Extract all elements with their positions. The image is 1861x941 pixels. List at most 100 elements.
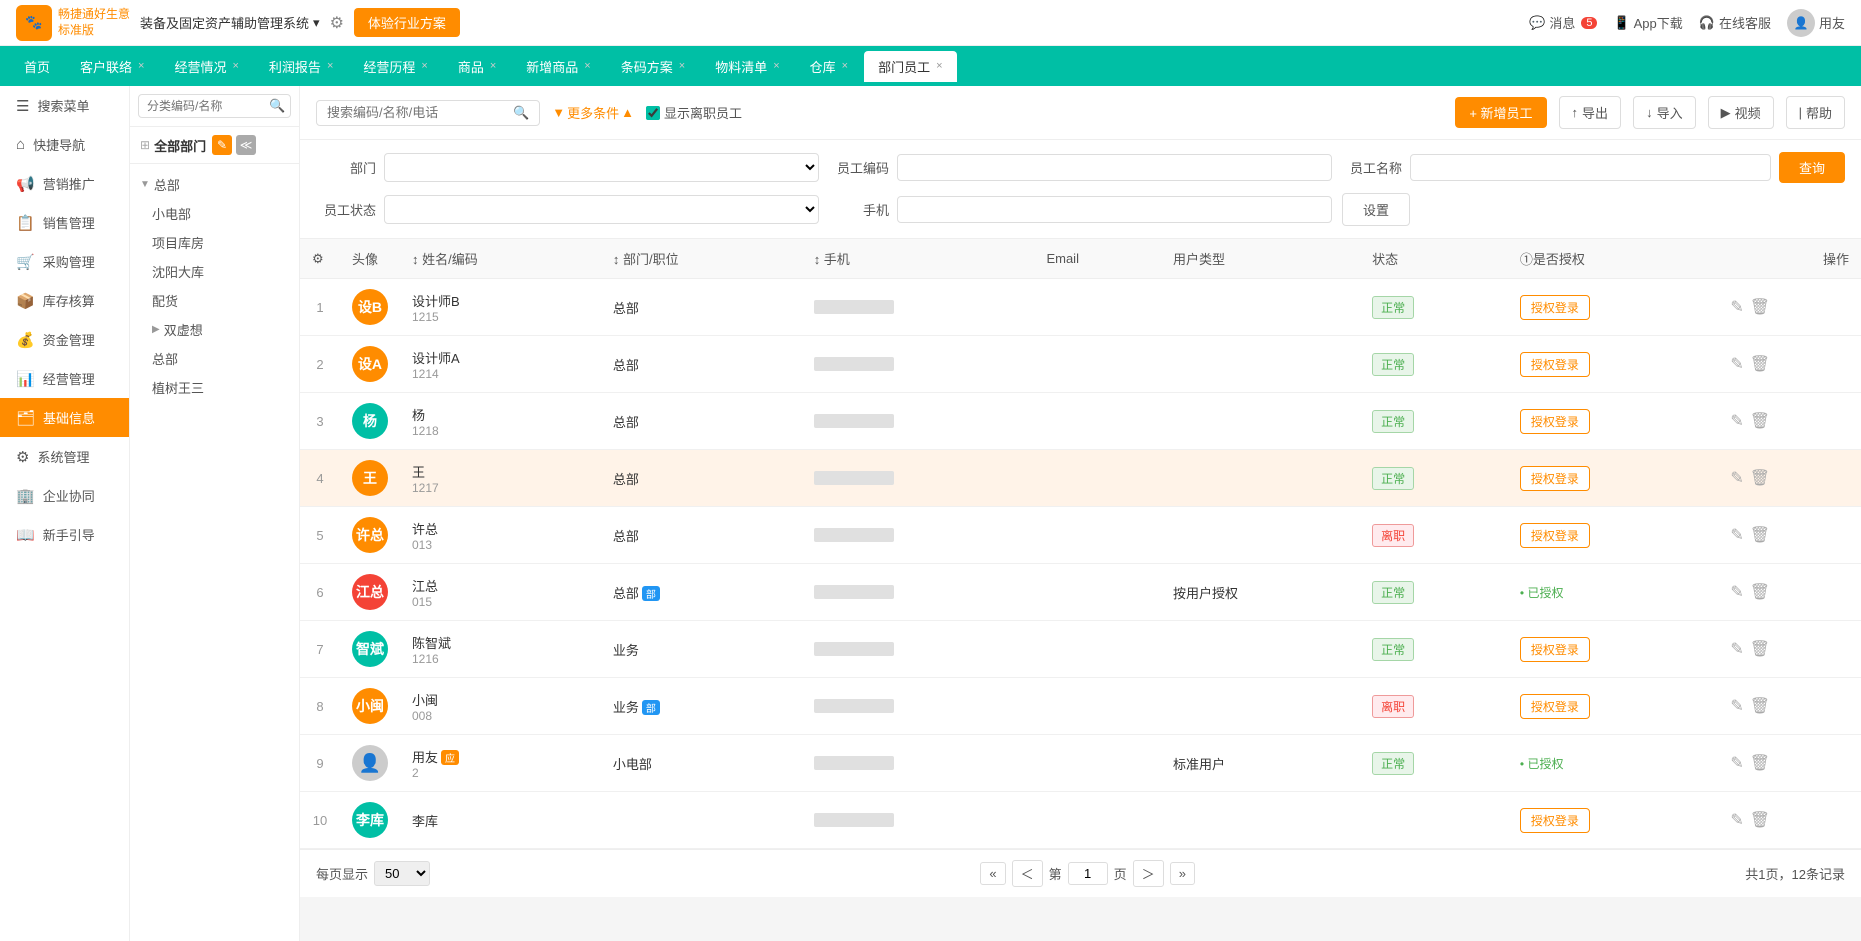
export-button[interactable]: ↑ 导出 [1559, 96, 1622, 129]
edit-icon[interactable]: ✎ [1730, 582, 1743, 602]
edit-icon[interactable]: ✎ [1730, 810, 1743, 830]
col-mobile[interactable]: ↕ 手机 [802, 239, 1035, 279]
view-button[interactable]: ▶ 视频 [1708, 96, 1774, 129]
edit-icon[interactable]: ✎ [1730, 696, 1743, 716]
delete-icon[interactable]: 🗑 [1750, 354, 1770, 374]
page-number-input[interactable] [1068, 862, 1108, 885]
dept-node[interactable]: 植树王三 [130, 373, 299, 402]
user-menu-button[interactable]: 👤 用友 [1787, 9, 1845, 37]
nav-tab-条码方案[interactable]: 条码方案× [607, 51, 699, 82]
auth-login-button[interactable]: 授权登录 [1520, 523, 1590, 548]
col-settings[interactable]: ⚙ [300, 239, 340, 279]
dept-collapse-btn[interactable]: ≪ [236, 135, 256, 155]
dept-node[interactable]: 沈阳大库 [130, 257, 299, 286]
edit-icon[interactable]: ✎ [1730, 297, 1743, 317]
dept-node[interactable]: 项目库房 [130, 228, 299, 257]
sidebar-item-purchase[interactable]: 🛒采购管理 [0, 242, 129, 281]
edit-icon[interactable]: ✎ [1730, 753, 1743, 773]
sidebar-item-operation[interactable]: 📊经营管理 [0, 359, 129, 398]
edit-icon[interactable]: ✎ [1730, 411, 1743, 431]
auth-login-button[interactable]: 授权登录 [1520, 352, 1590, 377]
sidebar-item-finance[interactable]: 💰资金管理 [0, 320, 129, 359]
edit-icon[interactable]: ✎ [1730, 525, 1743, 545]
dept-node[interactable]: 小电部 [130, 199, 299, 228]
last-page-button[interactable]: » [1170, 862, 1195, 885]
auth-login-button[interactable]: 授权登录 [1520, 409, 1590, 434]
delete-icon[interactable]: 🗑 [1750, 753, 1770, 773]
system-title-dropdown[interactable]: 装备及固定资产辅助管理系统 ▾ [140, 13, 320, 32]
prev-page-button[interactable]: ＜ [1012, 860, 1043, 887]
sidebar-item-quicknav[interactable]: ⌂快捷导航 [0, 125, 129, 164]
dept-node[interactable]: 总部 [130, 344, 299, 373]
emp-code-input[interactable] [897, 154, 1332, 181]
emp-name-input[interactable] [1410, 154, 1771, 181]
try-industry-button[interactable]: 体验行业方案 [354, 8, 460, 37]
edit-icon[interactable]: ✎ [1730, 354, 1743, 374]
next-page-button[interactable]: ＞ [1133, 860, 1164, 887]
nav-tab-部门员工[interactable]: 部门员工× [864, 51, 956, 82]
close-icon[interactable]: × [842, 60, 848, 72]
delete-icon[interactable]: 🗑 [1750, 810, 1770, 830]
show-resigned-checkbox[interactable] [646, 106, 660, 120]
nav-tab-商品[interactable]: 商品× [444, 51, 510, 82]
nav-tab-仓库[interactable]: 仓库× [796, 51, 862, 82]
query-button[interactable]: 查询 [1779, 152, 1845, 183]
close-icon[interactable]: × [584, 60, 590, 72]
dept-select[interactable] [384, 153, 819, 182]
show-resigned-label[interactable]: 显示离职员工 [646, 103, 742, 122]
settings-button[interactable]: 设置 [1342, 193, 1410, 226]
emp-status-select[interactable] [384, 195, 819, 224]
close-icon[interactable]: × [773, 60, 779, 72]
nav-tab-首页[interactable]: 首页 [10, 51, 64, 82]
mobile-input[interactable] [897, 196, 1332, 223]
delete-icon[interactable]: 🗑 [1750, 297, 1770, 317]
dept-edit-btn[interactable]: ✎ [212, 135, 232, 155]
online-service-button[interactable]: 🎧 在线客服 [1699, 13, 1771, 32]
delete-icon[interactable]: 🗑 [1750, 582, 1770, 602]
auth-login-button[interactable]: 授权登录 [1520, 295, 1590, 320]
first-page-button[interactable]: « [980, 862, 1005, 885]
add-employee-button[interactable]: + 新增员工 [1455, 97, 1546, 128]
close-icon[interactable]: × [138, 60, 144, 72]
close-icon[interactable]: × [490, 60, 496, 72]
app-download-button[interactable]: 📱 App下载 [1613, 13, 1682, 32]
nav-tab-新增商品[interactable]: 新增商品× [512, 51, 604, 82]
close-icon[interactable]: × [327, 60, 333, 72]
nav-tab-经营历程[interactable]: 经营历程× [349, 51, 441, 82]
nav-tab-利润报告[interactable]: 利润报告× [255, 51, 347, 82]
col-dept[interactable]: ↕ 部门/职位 [601, 239, 802, 279]
dept-node[interactable]: ▶ 双虚想 [130, 315, 299, 344]
edit-icon[interactable]: ✎ [1730, 639, 1743, 659]
close-icon[interactable]: × [679, 60, 685, 72]
delete-icon[interactable]: 🗑 [1750, 468, 1770, 488]
col-name[interactable]: ↕ 姓名/编码 [400, 239, 601, 279]
close-icon[interactable]: × [232, 60, 238, 72]
nav-tab-物料清单[interactable]: 物料清单× [701, 51, 793, 82]
sidebar-item-basic[interactable]: 🗂基础信息 [0, 398, 129, 437]
help-button[interactable]: | 帮助 [1786, 96, 1845, 129]
auth-login-button[interactable]: 授权登录 [1520, 808, 1590, 833]
nav-tab-经营情况[interactable]: 经营情况× [160, 51, 252, 82]
gear-button[interactable]: ⚙ [330, 13, 344, 33]
import-button[interactable]: ↓ 导入 [1633, 96, 1696, 129]
nav-tab-客户联络[interactable]: 客户联络× [66, 51, 158, 82]
search-input[interactable] [327, 105, 507, 120]
sidebar-item-inventory[interactable]: 📦库存核算 [0, 281, 129, 320]
delete-icon[interactable]: 🗑 [1750, 525, 1770, 545]
close-icon[interactable]: × [936, 60, 942, 72]
sidebar-item-marketing[interactable]: 📢营销推广 [0, 164, 129, 203]
edit-icon[interactable]: ✎ [1730, 468, 1743, 488]
auth-login-button[interactable]: 授权登录 [1520, 694, 1590, 719]
delete-icon[interactable]: 🗑 [1750, 639, 1770, 659]
auth-login-button[interactable]: 授权登录 [1520, 637, 1590, 662]
message-button[interactable]: 💬 消息 5 [1529, 13, 1597, 32]
dept-node[interactable]: 配货 [130, 286, 299, 315]
sidebar-item-sales[interactable]: 📋销售管理 [0, 203, 129, 242]
per-page-select[interactable]: 50 10 20 100 [374, 861, 430, 886]
auth-login-button[interactable]: 授权登录 [1520, 466, 1590, 491]
dept-node[interactable]: ▼ 总部 [130, 170, 299, 199]
close-icon[interactable]: × [421, 60, 427, 72]
delete-icon[interactable]: 🗑 [1750, 696, 1770, 716]
sidebar-item-search[interactable]: ☰搜索菜单 [0, 86, 129, 125]
more-conditions-btn[interactable]: ▼ 更多条件 ▲ [552, 103, 634, 122]
